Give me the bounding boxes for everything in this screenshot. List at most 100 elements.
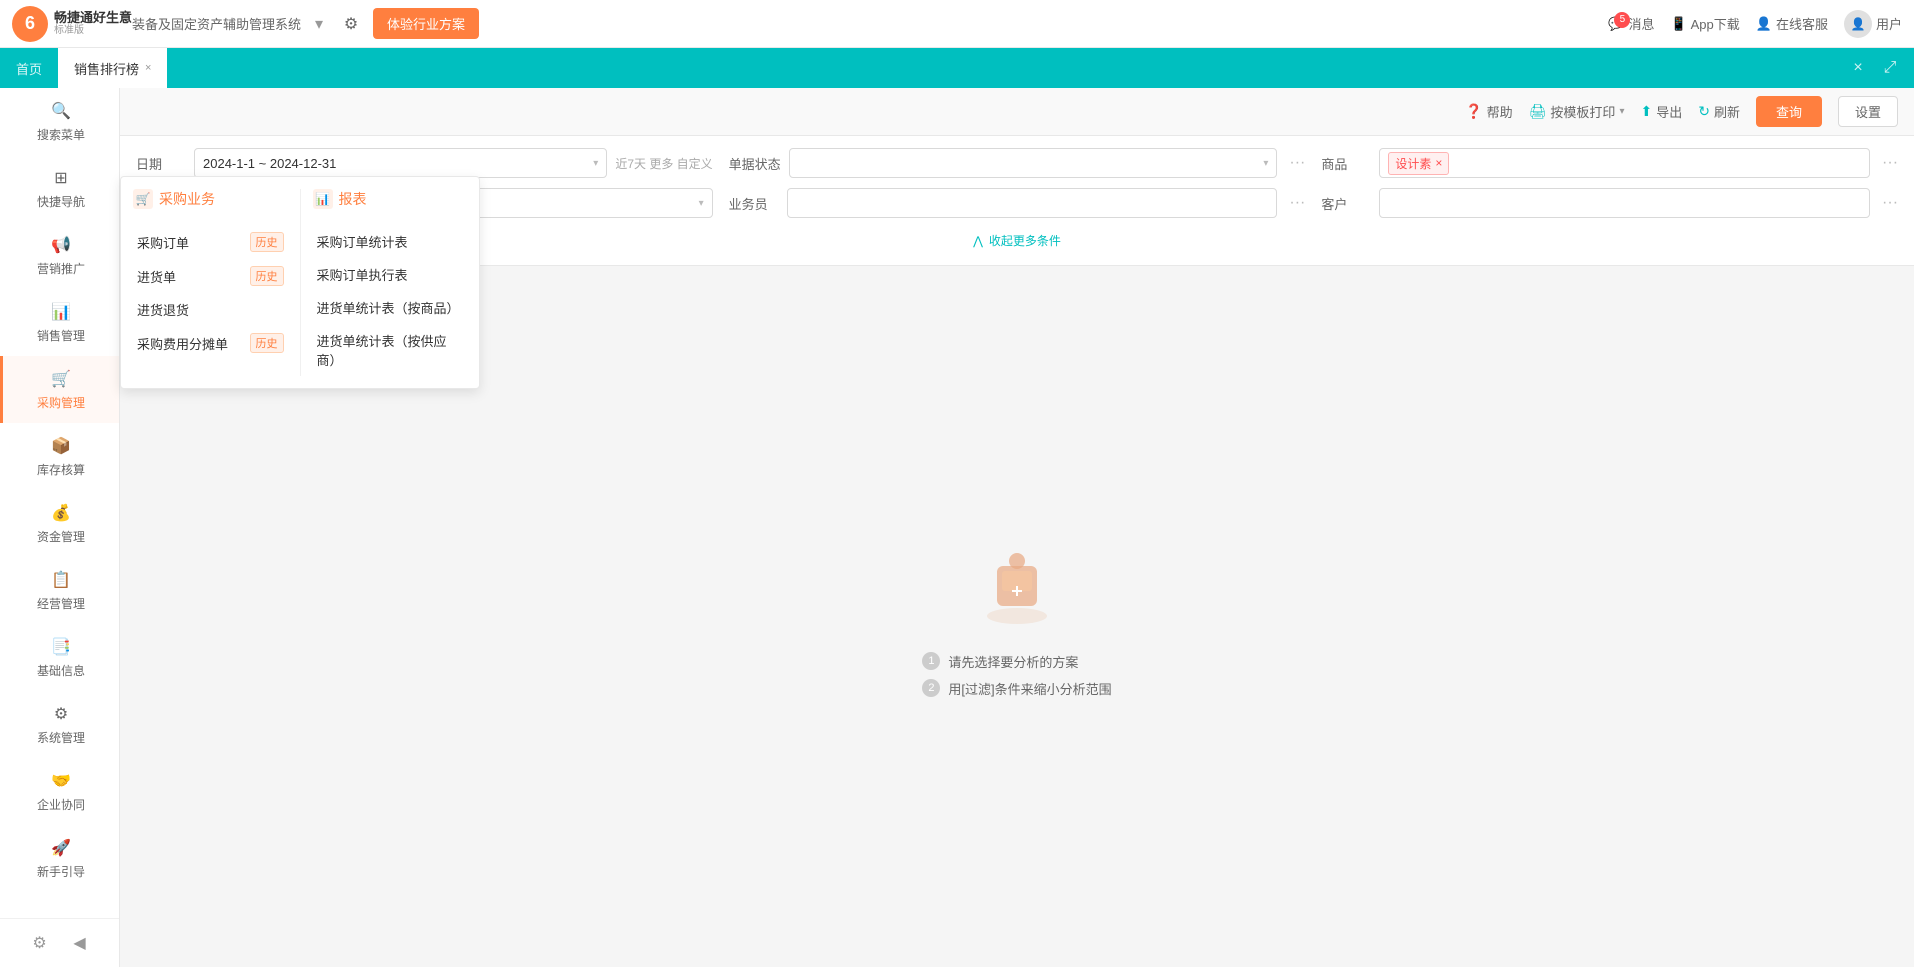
- tab-maximize-button[interactable]: ⤢: [1878, 56, 1902, 80]
- goods-label: 商品: [1321, 154, 1371, 173]
- header-middle: 装备及固定资产辅助管理系统 ▾ ⚙ 体验行业方案: [132, 8, 1608, 39]
- system-dropdown-arrow[interactable]: ▾: [309, 14, 329, 34]
- salesperson-more-icon: ···: [1289, 194, 1305, 212]
- system-gear-button[interactable]: ⚙: [337, 10, 365, 38]
- tab-bar-actions: × ⤢: [1846, 56, 1914, 80]
- help-icon: ❓: [1465, 103, 1482, 120]
- sidebar-item-purchase-label: 采购管理: [37, 394, 85, 411]
- help-button[interactable]: ❓ 帮助: [1465, 102, 1512, 121]
- empty-illustration: [967, 536, 1067, 636]
- page-body: 🔍 搜索菜单 ⊞ 快捷导航 📢 营销推广 📊 销售管理 🛒 采购管理 📦: [0, 88, 1914, 967]
- sidebar-settings-button[interactable]: ⚙: [24, 927, 56, 959]
- enterprise-icon: 🤝: [50, 770, 72, 792]
- sidebar-item-basic-info[interactable]: 📑 基础信息: [0, 624, 119, 691]
- filter-salesperson: 业务员 ···: [729, 188, 1306, 218]
- date-input[interactable]: 2024-1-1 ~ 2024-12-31 ▾: [194, 148, 607, 178]
- basic-info-icon: 📑: [50, 636, 72, 658]
- hint-num-2: 2: [922, 679, 940, 697]
- dropdown-stock-stat-goods[interactable]: 进货单统计表（按商品）: [313, 291, 468, 324]
- app-download-button[interactable]: 📱 App下载: [1670, 14, 1739, 33]
- message-label: 消息: [1628, 14, 1654, 33]
- dropdown-purchase-expense[interactable]: 采购费用分摊单 历史: [133, 326, 288, 360]
- date-label: 日期: [136, 154, 186, 173]
- customer-input[interactable]: [1379, 188, 1870, 218]
- print-dropdown-icon: ▾: [1619, 106, 1624, 117]
- refresh-button[interactable]: ↻ 刷新: [1698, 102, 1740, 121]
- top-header: 6 畅捷通好生意 标准版 装备及固定资产辅助管理系统 ▾ ⚙ 体验行业方案 💬 …: [0, 0, 1914, 48]
- sidebar-item-nav-label: 快捷导航: [37, 193, 85, 210]
- goods-tag-close[interactable]: ×: [1435, 156, 1442, 170]
- nav-icon: ⊞: [50, 167, 72, 189]
- sidebar: 🔍 搜索菜单 ⊞ 快捷导航 📢 营销推广 📊 销售管理 🛒 采购管理 📦: [0, 88, 120, 967]
- operations-icon: 📋: [50, 569, 72, 591]
- collapse-label: 收起更多条件: [989, 232, 1061, 249]
- help-label: 帮助: [1487, 102, 1513, 121]
- online-service-button[interactable]: 👤 在线客服: [1756, 14, 1828, 33]
- sidebar-item-purchase[interactable]: 🛒 采购管理: [0, 356, 119, 423]
- settings-button[interactable]: 设置: [1838, 96, 1898, 127]
- sidebar-item-finance-label: 资金管理: [37, 528, 85, 545]
- sidebar-collapse-button[interactable]: ◀: [64, 927, 96, 959]
- message-button[interactable]: 💬 5 消息: [1608, 14, 1654, 33]
- tab-close-all-button[interactable]: ×: [1846, 56, 1870, 80]
- sidebar-item-enterprise[interactable]: 🤝 企业协同: [0, 758, 119, 825]
- dropdown-purchase-col: 🛒 采购业务 采购订单 历史 进货单 历史 进货退货 采购费用分摊单 历史: [121, 189, 301, 376]
- tab-close-icon[interactable]: ×: [145, 62, 151, 74]
- print-label: 按模板打印: [1550, 102, 1615, 121]
- query-button[interactable]: 查询: [1756, 96, 1822, 127]
- sidebar-item-sales[interactable]: 📊 销售管理: [0, 289, 119, 356]
- filter-customer: 客户 ···: [1321, 188, 1898, 218]
- date-value: 2024-1-1 ~ 2024-12-31: [203, 156, 336, 171]
- goods-more-icon: ···: [1882, 154, 1898, 172]
- tab-sales-ranking[interactable]: 销售排行榜 ×: [58, 48, 167, 88]
- sidebar-item-sales-label: 销售管理: [37, 327, 85, 344]
- dropdown-purchase-order[interactable]: 采购订单 历史: [133, 225, 288, 259]
- filter-date: 日期 2024-1-1 ~ 2024-12-31 ▾ 近7天 更多 自定义: [136, 148, 713, 178]
- bill-status-input[interactable]: ▾: [789, 148, 1278, 178]
- export-label: 导出: [1656, 102, 1682, 121]
- sidebar-item-marketing[interactable]: 📢 营销推广: [0, 222, 119, 289]
- sidebar-item-inventory[interactable]: 📦 库存核算: [0, 423, 119, 490]
- print-button[interactable]: 🖨 按模板打印 ▾: [1529, 102, 1625, 121]
- industry-button[interactable]: 体验行业方案: [373, 8, 479, 39]
- history-tag-1: 历史: [250, 266, 284, 286]
- user-menu-button[interactable]: 👤 用户: [1844, 10, 1902, 38]
- print-icon: 🖨: [1529, 103, 1547, 120]
- dropdown-purchase-order-stat[interactable]: 采购订单统计表: [313, 225, 468, 258]
- sidebar-bottom: ⚙ ◀: [0, 918, 119, 967]
- sidebar-item-search[interactable]: 🔍 搜索菜单: [0, 88, 119, 155]
- salesperson-input[interactable]: [787, 188, 1278, 218]
- sidebar-item-marketing-label: 营销推广: [37, 260, 85, 277]
- system-icon: ⚙: [50, 703, 72, 725]
- finance-icon: 💰: [50, 502, 72, 524]
- dropdown-stock-in[interactable]: 进货单 历史: [133, 259, 288, 293]
- date-shortcuts[interactable]: 近7天 更多 自定义: [615, 155, 712, 172]
- empty-hint-2: 2 用[过滤]条件来缩小分析范围: [922, 679, 1111, 698]
- sidebar-item-nav[interactable]: ⊞ 快捷导航: [0, 155, 119, 222]
- filter-bill-status: 单据状态 ▾ ···: [729, 148, 1306, 178]
- sidebar-item-guide[interactable]: 🚀 新手引导: [0, 825, 119, 892]
- marketing-icon: 📢: [50, 234, 72, 256]
- collapse-up-icon: ⋀: [973, 234, 983, 248]
- history-tag-0: 历史: [250, 232, 284, 252]
- dropdown-purchase-order-exec[interactable]: 采购订单执行表: [313, 258, 468, 291]
- sidebar-item-system[interactable]: ⚙ 系统管理: [0, 691, 119, 758]
- hint-num-1: 1: [922, 652, 940, 670]
- export-icon: ⬆: [1640, 103, 1652, 120]
- dropdown-columns: 🛒 采购业务 采购订单 历史 进货单 历史 进货退货 采购费用分摊单 历史: [121, 189, 479, 376]
- phone-icon: 📱: [1670, 16, 1686, 32]
- refresh-label: 刷新: [1714, 102, 1740, 121]
- logo-icon: 6: [12, 6, 48, 42]
- tab-home[interactable]: 首页: [0, 48, 58, 88]
- export-button[interactable]: ⬆ 导出: [1640, 102, 1682, 121]
- sidebar-item-finance[interactable]: 💰 资金管理: [0, 490, 119, 557]
- bill-status-label: 单据状态: [729, 154, 781, 173]
- goods-input[interactable]: 设计素 ×: [1379, 148, 1870, 178]
- dropdown-stock-stat-supplier[interactable]: 进货单统计表（按供应商）: [313, 324, 468, 376]
- empty-hint-2-text: 用[过滤]条件来缩小分析范围: [948, 679, 1111, 698]
- customer-label: 客户: [1321, 194, 1371, 213]
- tab-bar: 首页 销售排行榜 × × ⤢: [0, 48, 1914, 88]
- sidebar-item-operations[interactable]: 📋 经营管理: [0, 557, 119, 624]
- dropdown-stock-return[interactable]: 进货退货: [133, 293, 288, 326]
- avatar: 👤: [1844, 10, 1872, 38]
